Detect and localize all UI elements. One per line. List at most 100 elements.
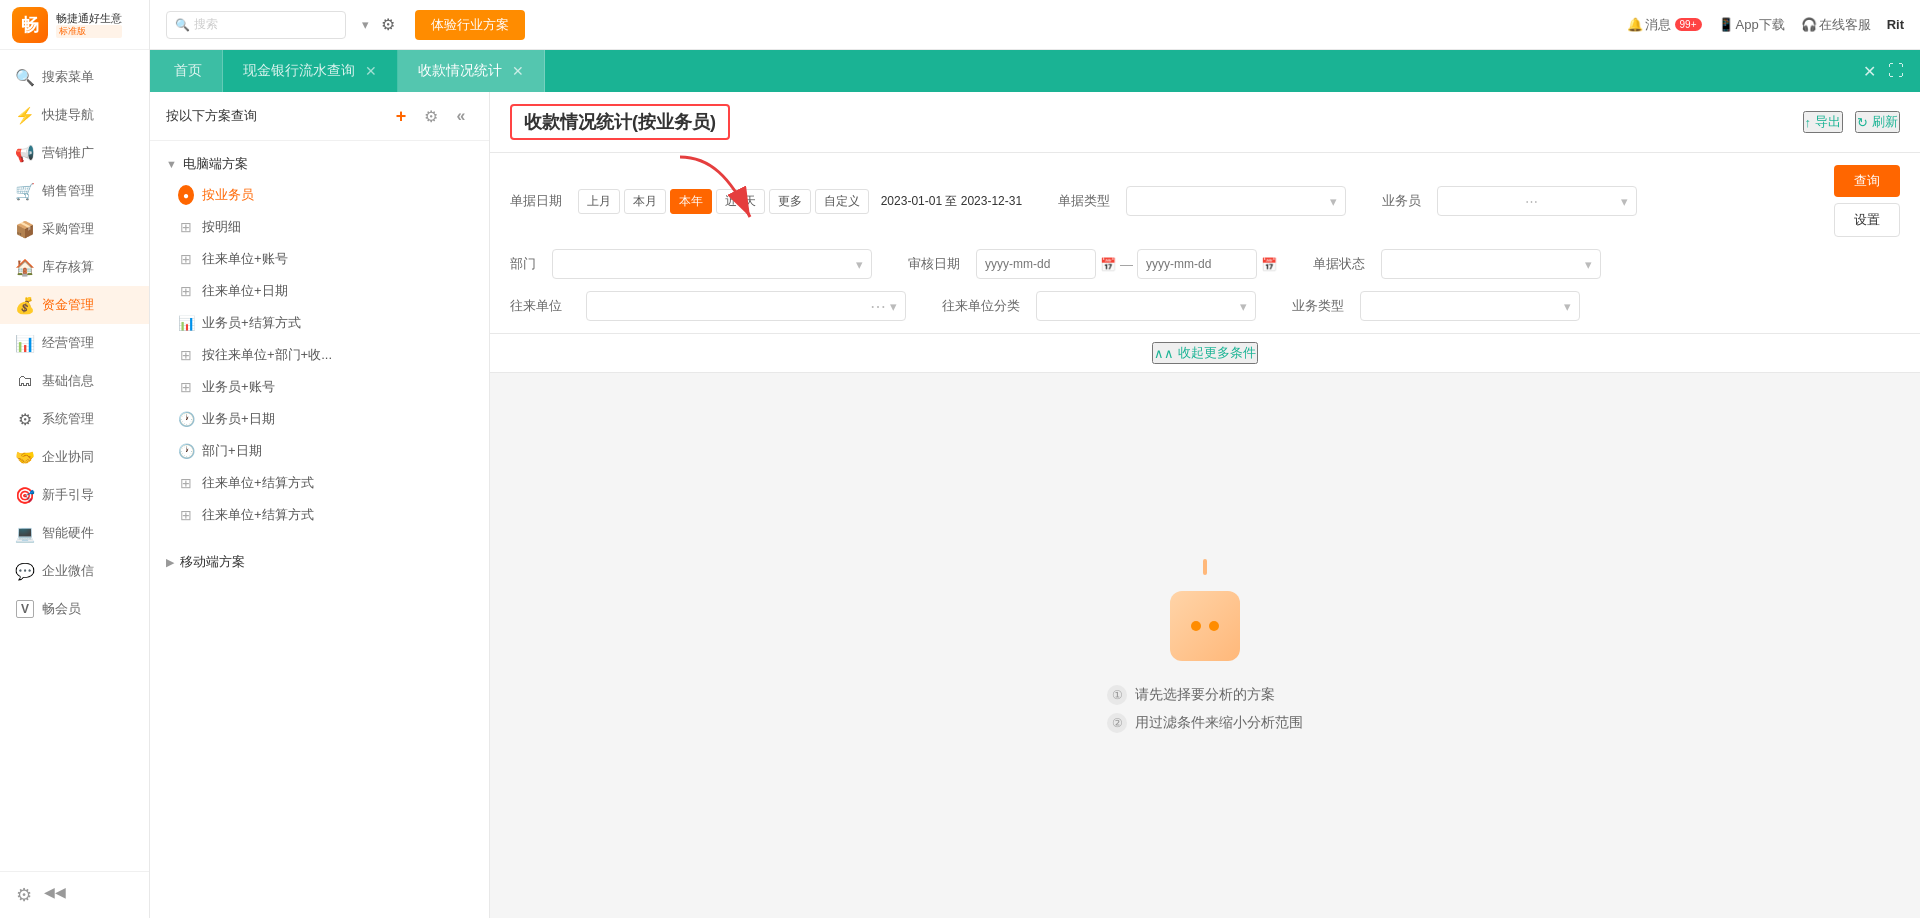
desktop-arrow-icon: ▼	[166, 158, 177, 170]
tab-bank[interactable]: 现金银行流水查询 ✕	[223, 50, 398, 92]
step-2-num: ②	[1107, 713, 1127, 733]
sidebar-item-hardware[interactable]: 💻 智能硬件	[0, 514, 149, 552]
partner-select[interactable]: ⋯ ▾	[586, 291, 906, 321]
filter-row-1: 单据日期 上月 本月 本年 近7天 更多 自定义 2023-01-01 至 20…	[510, 165, 1900, 237]
sidebar-item-operations[interactable]: 📊 经营管理	[0, 324, 149, 362]
partner-settlement1-icon: ⊞	[178, 475, 194, 491]
system-icon: ⚙	[16, 410, 34, 428]
step-1-num: ①	[1107, 685, 1127, 705]
panel-item-by-detail[interactable]: ⊞ 按明细	[150, 211, 489, 243]
collapse-btn[interactable]: ∧∧ 收起更多条件	[1152, 342, 1258, 364]
panel-item-salesperson-date[interactable]: 🕐 业务员+日期	[150, 403, 489, 435]
partner-category-select[interactable]: ▾	[1036, 291, 1256, 321]
online-service[interactable]: 🎧 在线客服	[1801, 16, 1871, 34]
date-btn-more[interactable]: 更多	[769, 189, 811, 214]
date-btn-group: 上月 本月 本年 近7天 更多 自定义 2023-01-01 至 2023-12…	[578, 189, 1022, 214]
member-icon: V	[16, 600, 34, 618]
left-panel-actions: + ⚙ «	[389, 104, 473, 128]
topbar-gear-icon[interactable]: ⚙	[381, 15, 395, 34]
partner-dots-icon[interactable]: ⋯	[870, 297, 886, 316]
sidebar-footer: ⚙ ◀◀	[0, 871, 149, 918]
user-name[interactable]: Rit	[1887, 17, 1904, 32]
panel-collapse-btn[interactable]: «	[449, 104, 473, 128]
audit-date-to-input[interactable]	[1137, 249, 1257, 279]
quicknav-icon: ⚡	[16, 106, 34, 124]
app-download[interactable]: 📱 App下载	[1718, 16, 1785, 34]
panel-item-partner-account[interactable]: ⊞ 往来单位+账号	[150, 243, 489, 275]
panel-mobile-section: ▶ 移动端方案	[150, 539, 489, 585]
date-label: 单据日期	[510, 192, 562, 210]
sidebar-item-basic[interactable]: 🗂 基础信息	[0, 362, 149, 400]
panel-item-salesperson-account[interactable]: ⊞ 业务员+账号	[150, 371, 489, 403]
tab-bank-close[interactable]: ✕	[365, 63, 377, 79]
add-scheme-btn[interactable]: +	[389, 104, 413, 128]
sidebar-item-purchase[interactable]: 📦 采购管理	[0, 210, 149, 248]
left-panel-title: 按以下方案查询	[166, 107, 257, 125]
sidebar-item-marketing[interactable]: 📢 营销推广	[0, 134, 149, 172]
panel-desktop-toggle[interactable]: ▼ 电脑端方案	[150, 149, 489, 179]
sidebar-item-system[interactable]: ⚙ 系统管理	[0, 400, 149, 438]
empty-illustration	[1170, 559, 1240, 661]
panel-item-salesperson-settlement[interactable]: 📊 业务员+结算方式	[150, 307, 489, 339]
dept-select[interactable]: ▾	[552, 249, 872, 279]
refresh-btn[interactable]: ↻ 刷新	[1855, 111, 1900, 133]
panel-item-partner-settlement1[interactable]: ⊞ 往来单位+结算方式	[150, 467, 489, 499]
panel-item-partner-settlement2[interactable]: ⊞ 往来单位+结算方式	[150, 499, 489, 531]
tab-receipts[interactable]: 收款情况统计 ✕	[398, 50, 545, 92]
salesperson-settlement-icon: 📊	[178, 315, 194, 331]
scheme-settings-btn[interactable]: ⚙	[419, 104, 443, 128]
date-btn-this-month[interactable]: 本月	[624, 189, 666, 214]
date-btn-this-year[interactable]: 本年	[670, 189, 712, 214]
business-type-select[interactable]: ▾	[1360, 291, 1580, 321]
audit-date-from-cal-icon[interactable]: 📅	[1100, 257, 1116, 272]
panel-item-dept-date[interactable]: 🕐 部门+日期	[150, 435, 489, 467]
date-btn-7days[interactable]: 近7天	[716, 189, 765, 214]
query-btn[interactable]: 查询	[1834, 165, 1900, 197]
filter-settings-btn[interactable]: 设置	[1834, 203, 1900, 237]
sidebar-item-enterprise[interactable]: 🤝 企业协同	[0, 438, 149, 476]
sidebar-item-quicknav[interactable]: ⚡ 快捷导航	[0, 96, 149, 134]
tab-maximize-btn[interactable]: ⛶	[1888, 62, 1904, 80]
sidebar-item-funds[interactable]: 💰 资金管理	[0, 286, 149, 324]
notifications[interactable]: 🔔 消息 99+	[1627, 16, 1702, 34]
salesperson-label: 业务员	[1382, 192, 1421, 210]
detail-icon: ⊞	[178, 219, 194, 235]
panel-item-partner-date[interactable]: ⊞ 往来单位+日期	[150, 275, 489, 307]
filter-row-3: 往来单位 ⋯ ▾ 往来单位分类 ▾ 业务类型 ▾	[510, 291, 1900, 321]
document-status-select[interactable]: ▾	[1381, 249, 1601, 279]
sidebar-item-inventory[interactable]: 🏠 库存核算	[0, 248, 149, 286]
topbar-search[interactable]: 🔍 搜索	[166, 11, 346, 39]
date-btn-custom[interactable]: 自定义	[815, 189, 869, 214]
topbar-dropdown[interactable]: ▾	[362, 17, 369, 32]
document-type-select[interactable]: ▾	[1126, 186, 1346, 216]
audit-date-to-cal-icon[interactable]: 📅	[1261, 257, 1277, 272]
tab-receipts-close[interactable]: ✕	[512, 63, 524, 79]
export-btn[interactable]: ↑ 导出	[1803, 111, 1844, 133]
partner-dept-icon: ⊞	[178, 347, 194, 363]
tab-home[interactable]: 首页	[150, 50, 223, 92]
date-btn-last-month[interactable]: 上月	[578, 189, 620, 214]
enterprise-icon: 🤝	[16, 448, 34, 466]
salesperson-account-icon: ⊞	[178, 379, 194, 395]
empty-steps: ① 请先选择要分析的方案 ② 用过滤条件来缩小分析范围	[1107, 685, 1303, 733]
sidebar-item-wechat[interactable]: 💬 企业微信	[0, 552, 149, 590]
refresh-icon: ↻	[1857, 115, 1868, 130]
trial-btn[interactable]: 体验行业方案	[415, 10, 525, 40]
logo-icon: 畅	[12, 7, 48, 43]
tab-close-btn[interactable]: ✕	[1863, 62, 1876, 81]
panel-mobile-toggle[interactable]: ▶ 移动端方案	[150, 547, 489, 577]
collapse-footer-icon[interactable]: ◀◀	[44, 884, 66, 906]
panel-item-partner-dept[interactable]: ⊞ 按往来单位+部门+收...	[150, 339, 489, 371]
sidebar-item-member[interactable]: V 畅会员	[0, 590, 149, 628]
salesperson-select[interactable]: ⋯ ▾	[1437, 186, 1637, 216]
document-type-label: 单据类型	[1058, 192, 1110, 210]
audit-date-from-input[interactable]	[976, 249, 1096, 279]
document-status-label: 单据状态	[1313, 255, 1365, 273]
settings-footer-icon[interactable]: ⚙	[16, 884, 32, 906]
wechat-icon: 💬	[16, 562, 34, 580]
empty-step-2: ② 用过滤条件来缩小分析范围	[1107, 713, 1303, 733]
panel-item-by-salesperson[interactable]: ● 按业务员	[150, 179, 489, 211]
sidebar-item-newbie[interactable]: 🎯 新手引导	[0, 476, 149, 514]
sidebar-item-search[interactable]: 🔍 搜索菜单	[0, 58, 149, 96]
sidebar-item-sales[interactable]: 🛒 销售管理	[0, 172, 149, 210]
